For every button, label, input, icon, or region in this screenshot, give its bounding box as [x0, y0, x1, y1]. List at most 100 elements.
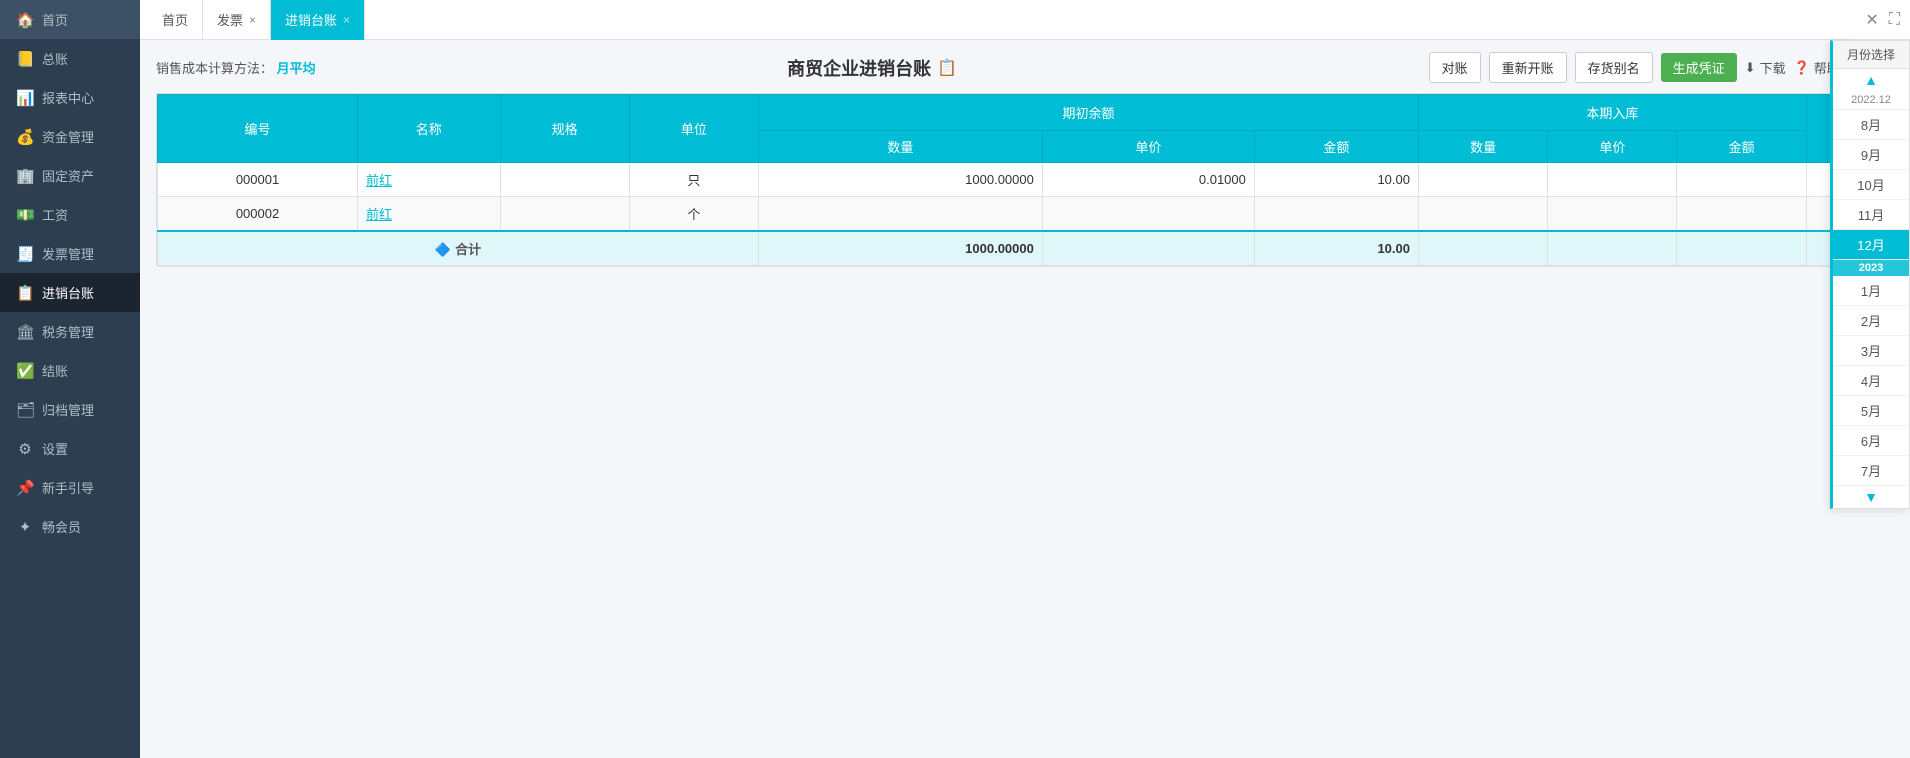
stock-table: 编号 名称 规格 单位 期初余额 本期入库 数 数量 单价 金额 数量 单价	[157, 94, 1893, 266]
sidebar-icon-tax: 🏛	[16, 323, 34, 341]
download-button[interactable]: ⬇ 下载	[1745, 58, 1786, 77]
month-nav-down: ▼	[1833, 486, 1909, 508]
total-begin-qty: 1000.00000	[759, 231, 1043, 266]
tab-home[interactable]: 首页	[148, 0, 203, 40]
cell-in-price	[1548, 163, 1677, 197]
sidebar-label-salary: 工资	[42, 205, 68, 224]
close-window-button[interactable]: ✕	[1865, 10, 1878, 30]
sidebar: 🏠 首页📒 总账📊 报表中心💰 资金管理🏢 固定资产💵 工资🧾 发票管理📋 进销…	[0, 0, 140, 758]
sidebar-icon-guide: 📌	[16, 479, 34, 497]
content-area: 销售成本计算方法： 月平均 商贸企业进销台账 📋 对账 重新开账 存货别名 生成…	[140, 40, 1910, 758]
sidebar-label-tax: 税务管理	[42, 322, 94, 341]
month-item[interactable]: 1月	[1833, 276, 1909, 306]
col-in-price: 单价	[1548, 131, 1677, 163]
sidebar-label-checkout: 结账	[42, 361, 68, 380]
cell-begin-amount	[1254, 197, 1418, 232]
sidebar-label-guide: 新手引导	[42, 478, 94, 497]
sidebar-item-archive[interactable]: 🗂 归档管理	[0, 390, 140, 429]
month-item[interactable]: 10月	[1833, 170, 1909, 200]
table-body: 000001 前红 只 1000.00000 0.01000 10.00 000…	[158, 163, 1893, 266]
table-row: 000002 前红 个	[158, 197, 1893, 232]
maximize-window-button[interactable]: ⛶	[1889, 11, 1900, 29]
month-item[interactable]: 5月	[1833, 396, 1909, 426]
cell-in-qty	[1419, 197, 1548, 232]
sidebar-label-reports: 报表中心	[42, 88, 94, 107]
month-item[interactable]: 8月	[1833, 110, 1909, 140]
reconcile-button[interactable]: 对账	[1429, 52, 1481, 83]
cost-method: 销售成本计算方法： 月平均	[156, 58, 316, 77]
col-begin-amount: 金额	[1254, 131, 1418, 163]
page-title-icon: 📋	[937, 58, 957, 78]
sidebar-label-assets: 固定资产	[42, 166, 94, 185]
col-name: 名称	[358, 95, 500, 163]
month-item[interactable]: 3月	[1833, 336, 1909, 366]
tab-invoice[interactable]: 发票 ×	[203, 0, 271, 40]
tab-close-stockledger[interactable]: ×	[343, 13, 350, 27]
cell-spec	[500, 163, 629, 197]
main-area: 首页发票 ×进销台账 × ✕ ⛶ 销售成本计算方法： 月平均 商贸企业进销台账 …	[140, 0, 1910, 758]
month-item[interactable]: 2月	[1833, 306, 1909, 336]
month-item[interactable]: 7月	[1833, 456, 1909, 486]
months-2023-list: 1月2月3月4月5月6月7月	[1833, 276, 1909, 486]
generate-voucher-button[interactable]: 生成凭证	[1661, 53, 1737, 82]
help-icon: ❓	[1794, 60, 1810, 76]
cost-method-label: 销售成本计算方法：	[156, 61, 273, 76]
month-item[interactable]: 4月	[1833, 366, 1909, 396]
sidebar-icon-funds: 💰	[16, 128, 34, 146]
col-code: 编号	[158, 95, 358, 163]
tab-stockledger[interactable]: 进销台账 ×	[271, 0, 365, 40]
sidebar-label-home: 首页	[42, 10, 68, 29]
col-in-amount: 金额	[1677, 131, 1806, 163]
total-in-price	[1548, 231, 1677, 266]
sidebar-icon-reports: 📊	[16, 89, 34, 107]
total-in-amount	[1677, 231, 1806, 266]
tabs-bar: 首页发票 ×进销台账 ×	[140, 0, 1910, 40]
sidebar-item-stockledger[interactable]: 📋 进销台账	[0, 273, 140, 312]
col-spec: 规格	[500, 95, 629, 163]
toolbar: 对账 重新开账 存货别名 生成凭证 ⬇ 下载 ❓ 帮助 🔄 刷新	[1429, 52, 1894, 83]
sidebar-label-stockledger: 进销台账	[42, 283, 94, 302]
sidebar-label-member: 畅会员	[42, 517, 81, 536]
tab-close-invoice[interactable]: ×	[249, 13, 256, 27]
sidebar-icon-home: 🏠	[16, 11, 34, 29]
month-nav-down-button[interactable]: ▼	[1864, 489, 1878, 505]
total-begin-amount: 10.00	[1254, 231, 1418, 266]
month-item[interactable]: 12月	[1833, 230, 1909, 260]
stock-table-container: 编号 名称 规格 单位 期初余额 本期入库 数 数量 单价 金额 数量 单价	[156, 93, 1894, 267]
sidebar-item-settings[interactable]: ⚙ 设置	[0, 429, 140, 468]
months-2022-list: 8月9月10月11月12月	[1833, 110, 1909, 260]
save-alias-button[interactable]: 存货别名	[1575, 52, 1653, 83]
sidebar-icon-stockledger: 📋	[16, 284, 34, 302]
sidebar-icon-ledger: 📒	[16, 50, 34, 68]
sidebar-item-checkout[interactable]: ✅ 结账	[0, 351, 140, 390]
year-2023-badge: 2023	[1833, 260, 1909, 276]
sidebar-item-reports[interactable]: 📊 报表中心	[0, 78, 140, 117]
sidebar-item-guide[interactable]: 📌 新手引导	[0, 468, 140, 507]
sidebar-icon-archive: 🗂	[16, 401, 34, 419]
tab-label-invoice: 发票	[217, 10, 243, 29]
sidebar-item-invoice[interactable]: 🧾 发票管理	[0, 234, 140, 273]
sidebar-item-home[interactable]: 🏠 首页	[0, 0, 140, 39]
cell-begin-amount: 10.00	[1254, 163, 1418, 197]
sidebar-icon-salary: 💵	[16, 206, 34, 224]
month-item[interactable]: 6月	[1833, 426, 1909, 456]
month-item[interactable]: 9月	[1833, 140, 1909, 170]
table-header-top: 编号 名称 规格 单位 期初余额 本期入库 数	[158, 95, 1893, 131]
month-item[interactable]: 11月	[1833, 200, 1909, 230]
sidebar-item-assets[interactable]: 🏢 固定资产	[0, 156, 140, 195]
sidebar-label-invoice: 发票管理	[42, 244, 94, 263]
sidebar-label-funds: 资金管理	[42, 127, 94, 146]
sidebar-item-ledger[interactable]: 📒 总账	[0, 39, 140, 78]
cell-spec	[500, 197, 629, 232]
sidebar-label-ledger: 总账	[42, 49, 68, 68]
cell-in-amount	[1677, 197, 1806, 232]
sidebar-item-funds[interactable]: 💰 资金管理	[0, 117, 140, 156]
col-group-begin: 期初余额	[759, 95, 1419, 131]
sidebar-item-salary[interactable]: 💵 工资	[0, 195, 140, 234]
sidebar-item-member[interactable]: ✦ 畅会员	[0, 507, 140, 546]
month-nav-up-button[interactable]: ▲	[1864, 72, 1878, 88]
month-panel-title: 月份选择	[1833, 41, 1909, 69]
sidebar-item-tax[interactable]: 🏛 税务管理	[0, 312, 140, 351]
sidebar-label-archive: 归档管理	[42, 400, 94, 419]
reopen-button[interactable]: 重新开账	[1489, 52, 1567, 83]
